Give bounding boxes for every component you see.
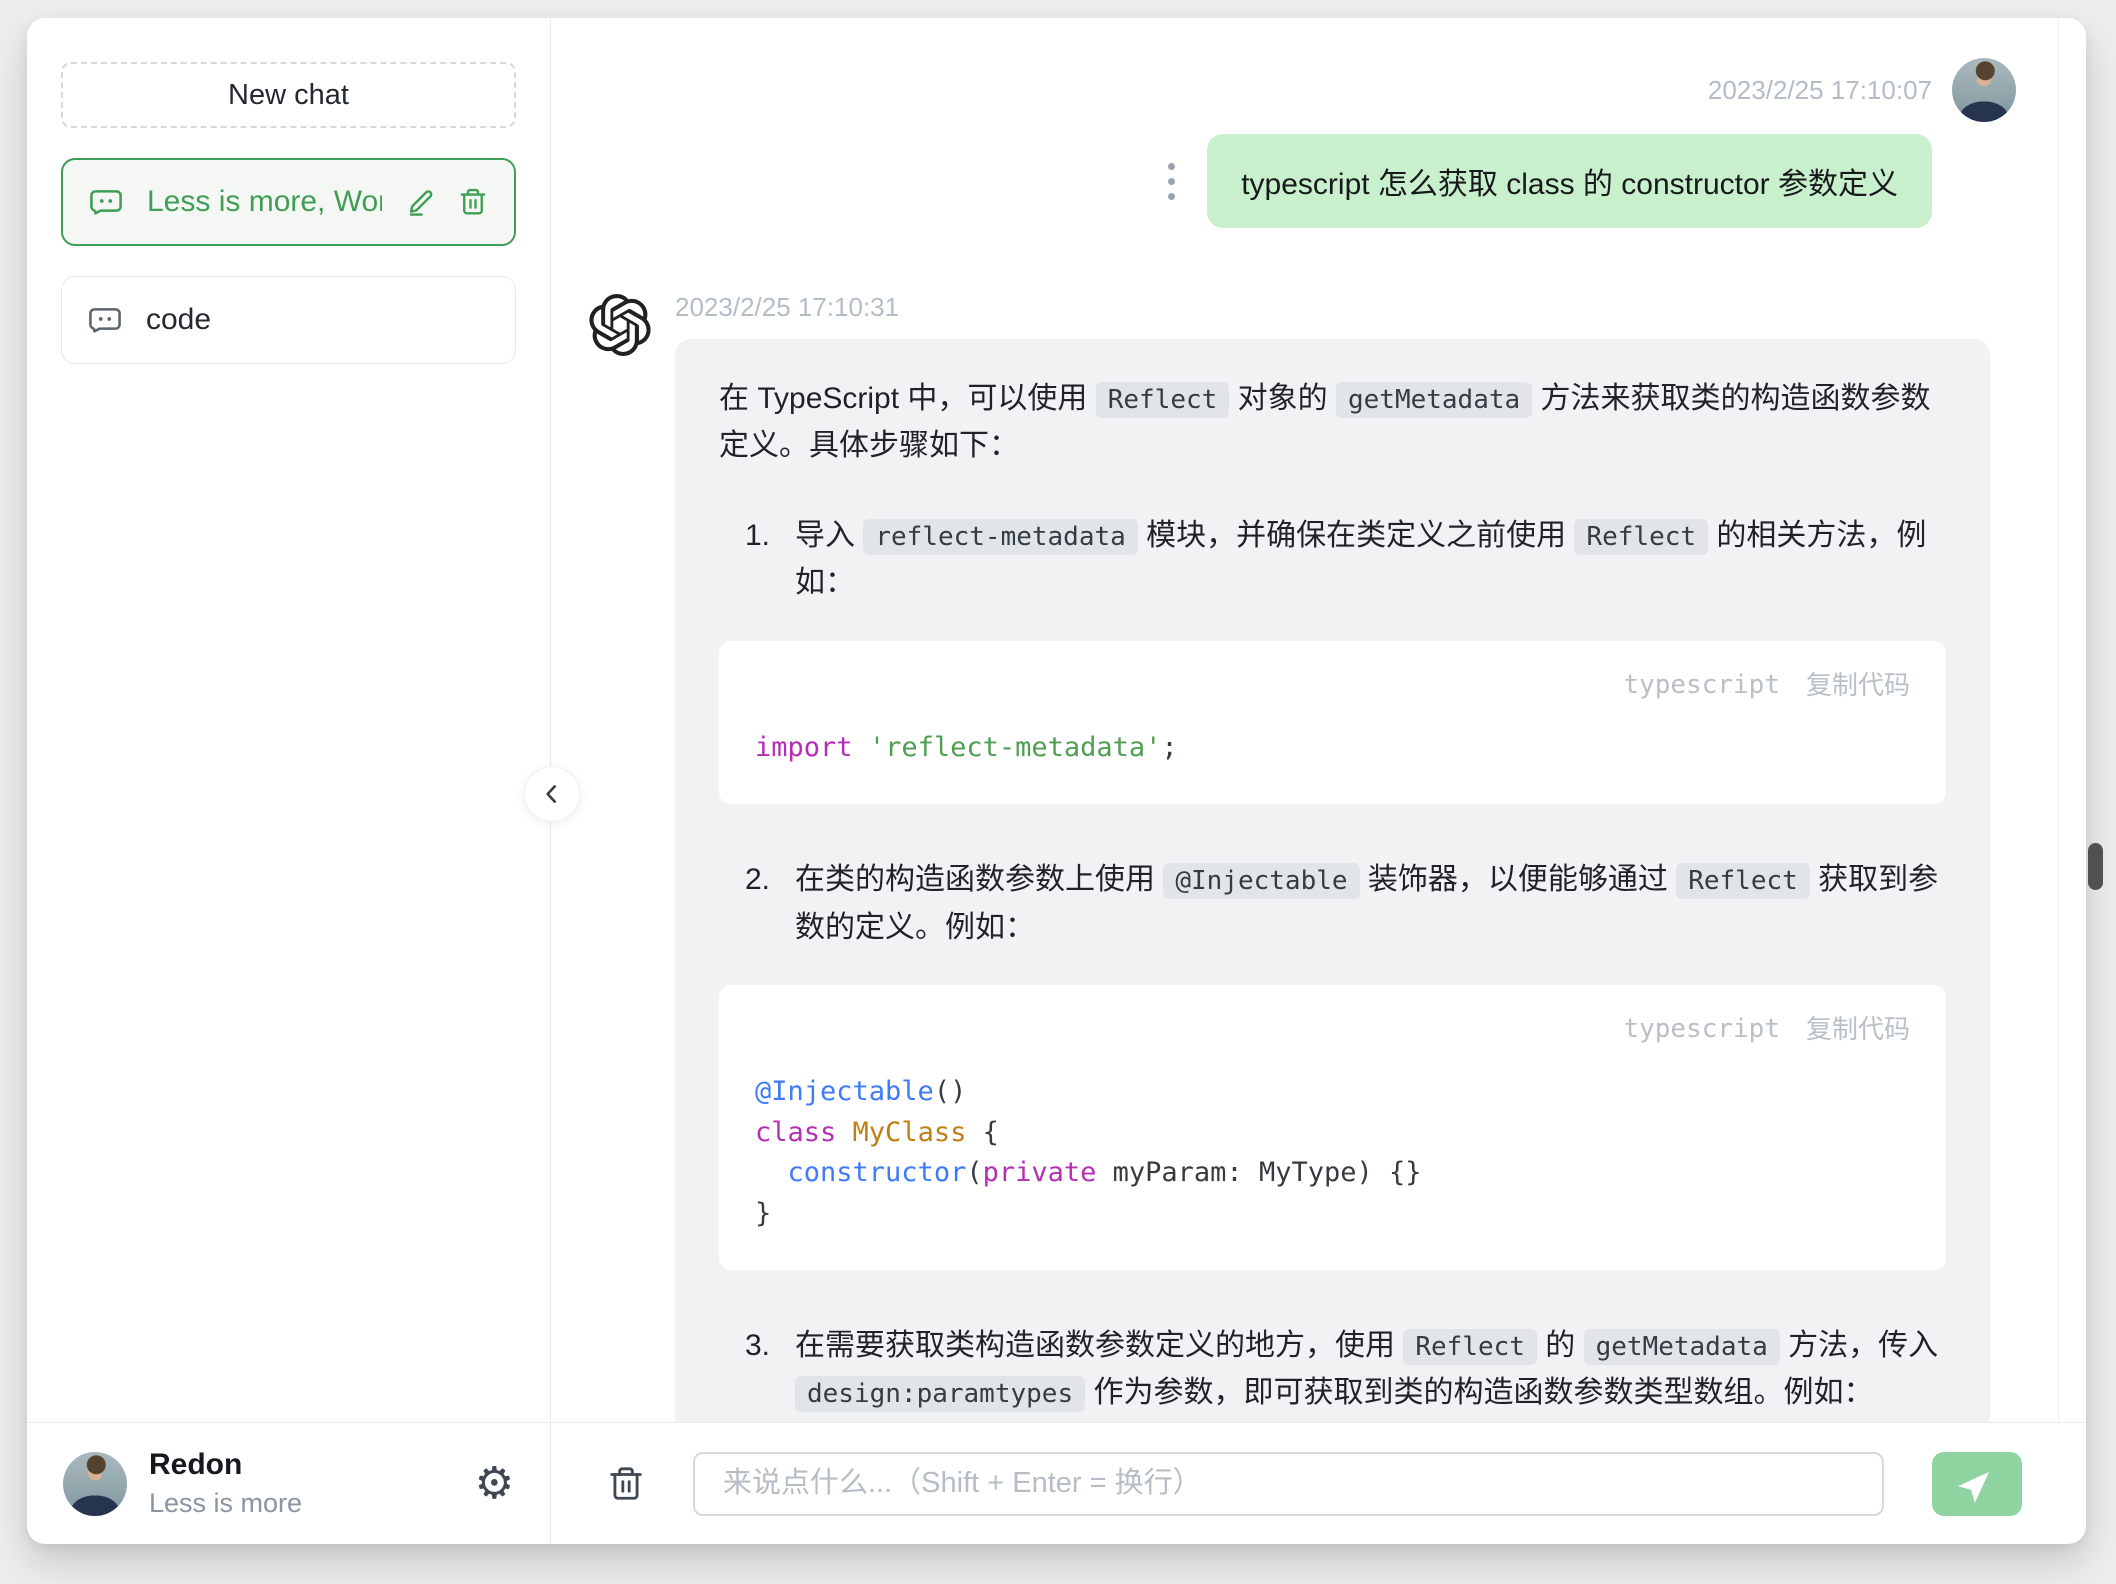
delete-conversation-icon[interactable] [458,187,488,217]
window-scrollbar-thumb[interactable] [2088,843,2103,890]
text-segment: 对象的 [1229,382,1336,415]
user-message-bubble: typescript 怎么获取 class 的 constructor 参数定义 [1207,134,1932,228]
settings-gear-icon[interactable]: ⚙ [475,1462,514,1506]
message-timestamp: 2023/2/25 17:10:31 [675,292,899,322]
code-language-label: typescript [1623,665,1780,706]
message-timestamp: 2023/2/25 17:10:07 [1708,75,1932,106]
code-content: @Injectable() class MyClass { constructo… [755,1072,1910,1234]
user-avatar [63,1452,127,1516]
new-chat-button[interactable]: New chat [61,62,516,128]
sidebar-item-conversation-active[interactable]: Less is more, Wor... [61,158,516,246]
conversation-title: Less is more, Wor... [147,185,382,219]
list-number: 1. [745,512,795,607]
user-message: 2023/2/25 17:10:07 typescript 怎么获取 class… [589,58,2016,228]
code-block: typescript 复制代码 import 'reflect-metadata'; [719,641,1946,805]
code-language-label: typescript [1623,1009,1780,1050]
assistant-message: 2023/2/25 17:10:31 在 TypeScript 中，可以使用 R… [589,292,2016,1422]
chat-bubble-icon [89,185,123,219]
inline-code: @Injectable [1163,863,1359,899]
assistant-list-item: 1.导入 reflect-metadata 模块，并确保在类定义之前使用 Ref… [745,512,1946,607]
text-segment: 在需要获取类构造函数参数定义的地方，使用 [795,1329,1403,1362]
assistant-list-item: 3.在需要获取类构造函数参数定义的地方，使用 Reflect 的 getMeta… [745,1322,1946,1417]
text-segment: 的 [1537,1329,1584,1362]
sidebar: New chat Less is more, Wor... [27,18,551,1422]
send-button[interactable] [1932,1452,2022,1516]
inline-code: Reflect [1574,519,1708,555]
composer-bar [551,1422,2086,1544]
inline-code: reflect-metadata [863,519,1137,555]
text-segment: 导入 [795,519,863,552]
user-subtitle: Less is more [149,1487,453,1521]
copy-code-button[interactable]: 复制代码 [1806,1009,1910,1050]
chevron-left-icon [539,781,565,807]
text-segment: 在 TypeScript 中，可以使用 [719,382,1096,415]
sidebar-footer: Redon Less is more ⚙ [27,1422,551,1544]
chatgpt-logo-icon [589,294,651,356]
text-segment: 在类的构造函数参数上使用 [795,863,1163,896]
inline-code: Reflect [1403,1329,1537,1365]
text-segment: 作为参数，即可获取到类的构造函数参数类型数组。例如： [1085,1376,1873,1409]
sidebar-item-conversation[interactable]: code [61,276,516,364]
message-menu-icon[interactable] [1164,159,1179,204]
list-number: 2. [745,856,795,951]
message-input[interactable] [693,1452,1884,1516]
send-plane-icon [1956,1463,1998,1505]
code-content: import 'reflect-metadata'; [755,728,1910,769]
text-segment: 方法，传入 [1780,1329,1938,1362]
user-name: Redon [149,1446,453,1484]
inline-code: Reflect [1676,863,1810,899]
text-segment: 模块，并确保在类定义之前使用 [1138,519,1575,552]
user-avatar [1952,58,2016,122]
assistant-message-bubble: 在 TypeScript 中，可以使用 Reflect 对象的 getMetad… [675,339,1990,1422]
copy-code-button[interactable]: 复制代码 [1806,665,1910,706]
inline-code: getMetadata [1336,382,1532,418]
conversation-title: code [146,303,489,337]
inline-code: Reflect [1096,382,1230,418]
chat-area: 2023/2/25 17:10:07 typescript 怎么获取 class… [551,18,2086,1422]
collapse-sidebar-button[interactable] [524,766,580,822]
text-segment: 装饰器，以便能够通过 [1360,863,1677,896]
chat-scroll-track [2058,18,2059,1422]
message-list: 2023/2/25 17:10:07 typescript 怎么获取 class… [551,18,2086,1422]
app-window: New chat Less is more, Wor... [27,18,2086,1544]
chat-bubble-icon [88,303,122,337]
inline-code: getMetadata [1584,1329,1780,1365]
clear-chat-trash-icon[interactable] [607,1465,645,1503]
list-number: 3. [745,1322,795,1417]
inline-code: design:paramtypes [795,1376,1085,1412]
assistant-list-item: 2.在类的构造函数参数上使用 @Injectable 装饰器，以便能够通过 Re… [745,856,1946,951]
edit-icon[interactable] [406,187,436,217]
assistant-paragraph: 在 TypeScript 中，可以使用 Reflect 对象的 getMetad… [719,375,1946,470]
code-block: typescript 复制代码 @Injectable() class MyClas… [719,985,1946,1270]
